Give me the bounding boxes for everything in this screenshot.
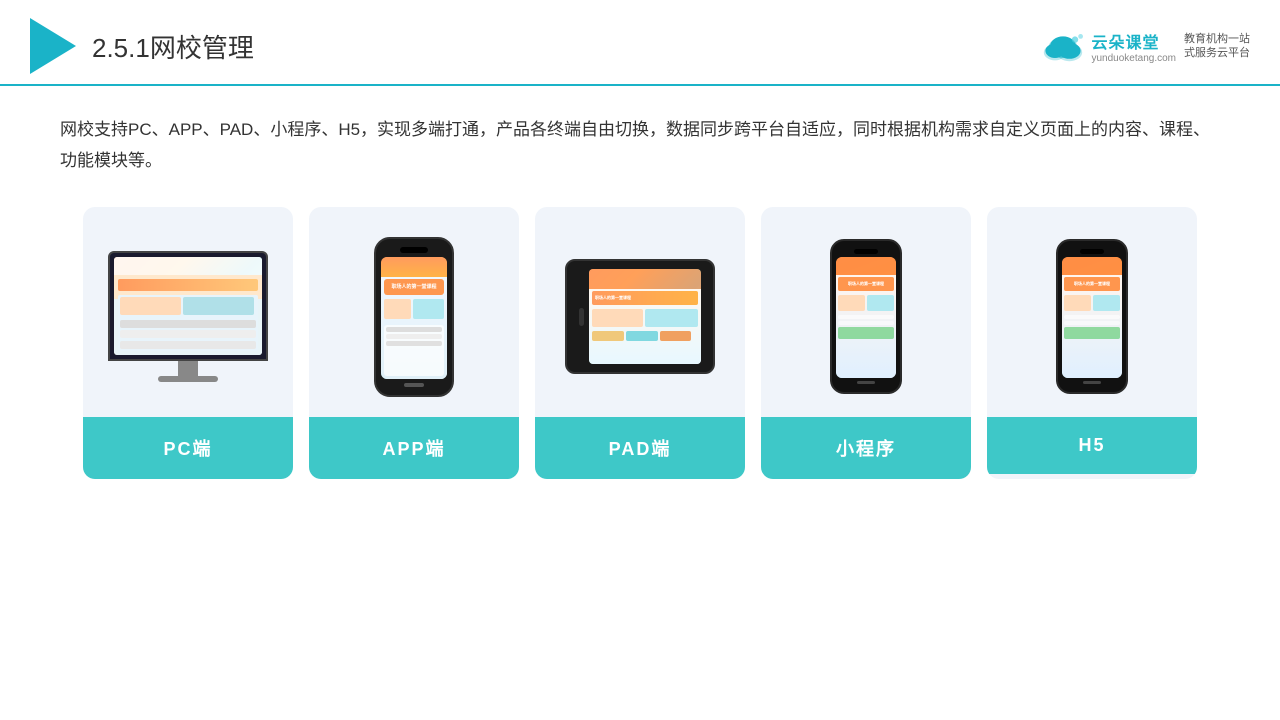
card-pc: PC端 bbox=[83, 207, 293, 479]
monitor-base bbox=[158, 376, 218, 382]
card-h5-image: 职场人的第一堂课程 bbox=[987, 207, 1197, 417]
header: 2.5.1网校管理 云朵课堂 yunduoketang.com 教育机构一 bbox=[0, 0, 1280, 86]
monitor-screen bbox=[108, 251, 268, 361]
card-pc-label: PC端 bbox=[83, 417, 293, 479]
logo-icon: 云朵课堂 yunduoketang.com 教育机构一站 式服务云平台 bbox=[1039, 29, 1250, 64]
phone-mini-home bbox=[857, 381, 875, 384]
card-mini-label: 小程序 bbox=[761, 417, 971, 479]
phone-mini-screen: 职场人的第一堂课程 bbox=[836, 257, 896, 378]
logo-area: 云朵课堂 yunduoketang.com 教育机构一站 式服务云平台 bbox=[1039, 29, 1250, 64]
card-miniprogram: 职场人的第一堂课程 小程序 bbox=[761, 207, 971, 479]
cloud-svg bbox=[1039, 30, 1087, 62]
card-app: 职场人的第一堂课程 APP端 bbox=[309, 207, 519, 479]
phone-h5-device: 职场人的第一堂课程 bbox=[1056, 239, 1128, 394]
card-mini-image: 职场人的第一堂课程 bbox=[761, 207, 971, 417]
phone-mini-notch bbox=[854, 249, 878, 254]
card-app-label: APP端 bbox=[309, 417, 519, 479]
card-pad: 职场人的第一堂课程 PAD端 bbox=[535, 207, 745, 479]
phone-app-device: 职场人的第一堂课程 bbox=[374, 237, 454, 397]
monitor-display bbox=[114, 257, 262, 355]
phone-h5-screen: 职场人的第一堂课程 bbox=[1062, 257, 1122, 378]
logo-tagline-1: 教育机构一站 bbox=[1184, 32, 1250, 46]
description-text: 网校支持PC、APP、PAD、小程序、H5，实现多端打通，产品各终端自由切换，数… bbox=[0, 86, 1280, 197]
logo-url: yunduoketang.com bbox=[1091, 53, 1176, 64]
logo-tagline-2: 式服务云平台 bbox=[1184, 46, 1250, 60]
monitor-device bbox=[108, 251, 268, 382]
header-left: 2.5.1网校管理 bbox=[30, 18, 254, 74]
monitor-stand bbox=[178, 361, 198, 376]
card-pad-label: PAD端 bbox=[535, 417, 745, 479]
phone-mini-device: 职场人的第一堂课程 bbox=[830, 239, 902, 394]
card-pad-image: 职场人的第一堂课程 bbox=[535, 207, 745, 417]
cards-container: PC端 职场人的第一堂课程 bbox=[0, 197, 1280, 499]
phone-home bbox=[404, 383, 424, 387]
tablet-screen: 职场人的第一堂课程 bbox=[589, 269, 701, 364]
tablet-device: 职场人的第一堂课程 bbox=[565, 259, 715, 374]
play-icon bbox=[30, 18, 76, 74]
page-title: 2.5.1网校管理 bbox=[92, 28, 254, 65]
card-h5-label: H5 bbox=[987, 417, 1197, 474]
card-pc-image bbox=[83, 207, 293, 417]
tablet-button bbox=[579, 308, 584, 326]
phone-h5-home bbox=[1083, 381, 1101, 384]
logo-name: 云朵课堂 bbox=[1091, 29, 1159, 53]
phone-h5-notch bbox=[1080, 249, 1104, 254]
phone-screen: 职场人的第一堂课程 bbox=[381, 257, 447, 379]
card-app-image: 职场人的第一堂课程 bbox=[309, 207, 519, 417]
card-h5: 职场人的第一堂课程 H5 bbox=[987, 207, 1197, 479]
phone-notch bbox=[400, 247, 428, 253]
